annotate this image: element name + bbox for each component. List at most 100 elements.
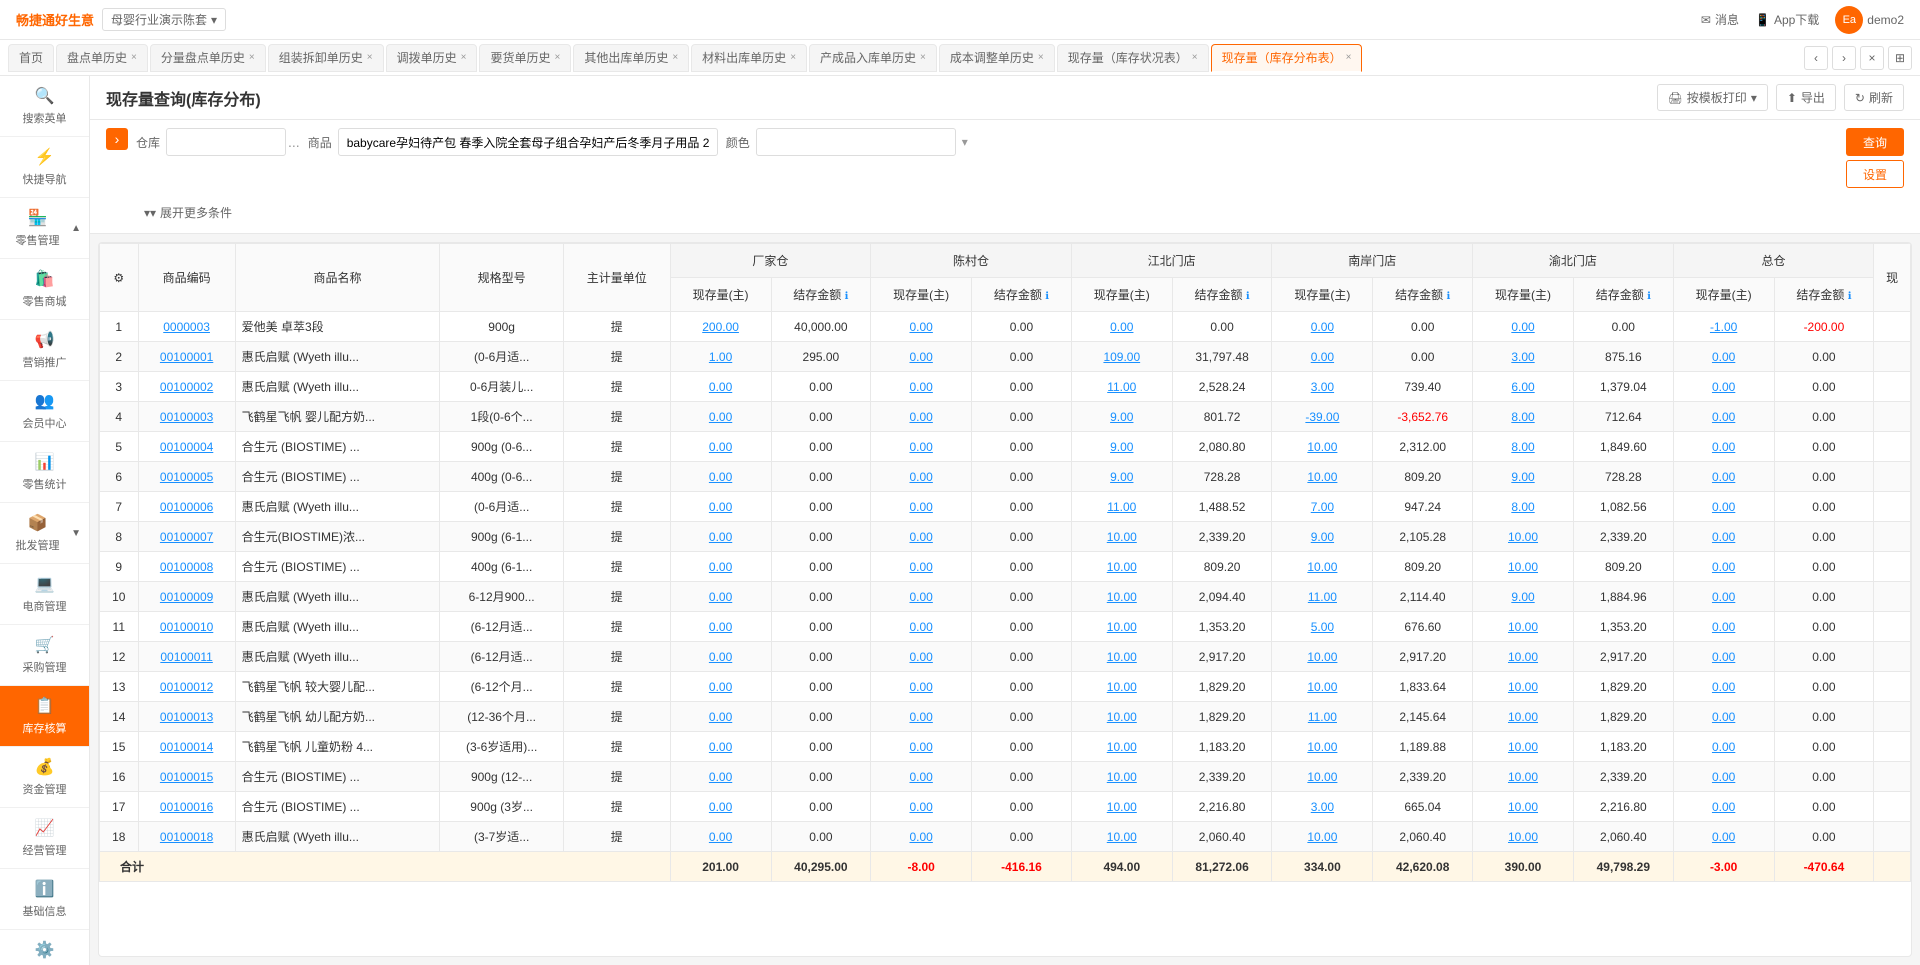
warehouse-ellipsis-btn[interactable]: ... — [288, 134, 300, 150]
row-j-qty[interactable]: 10.00 — [1071, 582, 1172, 612]
row-t-qty[interactable]: 0.00 — [1673, 522, 1774, 552]
row-code[interactable]: 00100011 — [138, 642, 235, 672]
row-y-qty[interactable]: 0.00 — [1473, 312, 1574, 342]
row-t-qty[interactable]: 0.00 — [1673, 462, 1774, 492]
row-c-qty[interactable]: 0.00 — [871, 552, 972, 582]
row-j-qty[interactable]: 10.00 — [1071, 762, 1172, 792]
tab-8-close[interactable]: × — [920, 52, 926, 63]
row-code[interactable]: 00100018 — [138, 822, 235, 852]
row-n-qty[interactable]: 10.00 — [1272, 732, 1373, 762]
industry-selector[interactable]: 母婴行业演示陈套 ▾ — [102, 8, 226, 31]
row-n-qty[interactable]: 9.00 — [1272, 522, 1373, 552]
row-n-qty[interactable]: 10.00 — [1272, 462, 1373, 492]
tab-7[interactable]: 材料出库单历史 × — [691, 44, 807, 72]
row-j-qty[interactable]: 10.00 — [1071, 822, 1172, 852]
row-t-qty[interactable]: 0.00 — [1673, 432, 1774, 462]
row-t-qty[interactable]: 0.00 — [1673, 492, 1774, 522]
row-y-qty[interactable]: 10.00 — [1473, 822, 1574, 852]
tab-6-close[interactable]: × — [672, 52, 678, 63]
row-y-qty[interactable]: 10.00 — [1473, 762, 1574, 792]
row-j-qty[interactable]: 10.00 — [1071, 612, 1172, 642]
row-n-qty[interactable]: 10.00 — [1272, 642, 1373, 672]
row-j-qty[interactable]: 10.00 — [1071, 732, 1172, 762]
row-f-qty[interactable]: 0.00 — [670, 822, 771, 852]
row-t-qty[interactable]: 0.00 — [1673, 612, 1774, 642]
sidebar-item-members[interactable]: 👥 会员中心 — [0, 381, 89, 442]
row-code[interactable]: 00100008 — [138, 552, 235, 582]
sidebar-item-finance[interactable]: 💰 资金管理 — [0, 747, 89, 808]
row-t-qty[interactable]: 0.00 — [1673, 642, 1774, 672]
row-c-qty[interactable]: 0.00 — [871, 732, 972, 762]
row-c-qty[interactable]: 0.00 — [871, 522, 972, 552]
tab-10[interactable]: 现存量（库存状况表） × — [1057, 44, 1209, 72]
row-t-qty[interactable]: 0.00 — [1673, 402, 1774, 432]
row-c-qty[interactable]: 0.00 — [871, 792, 972, 822]
row-code[interactable]: 00100006 — [138, 492, 235, 522]
row-f-qty[interactable]: 0.00 — [670, 582, 771, 612]
row-code[interactable]: 00100003 — [138, 402, 235, 432]
row-n-qty[interactable]: 0.00 — [1272, 312, 1373, 342]
row-y-qty[interactable]: 6.00 — [1473, 372, 1574, 402]
row-j-qty[interactable]: 9.00 — [1071, 462, 1172, 492]
row-j-qty[interactable]: 109.00 — [1071, 342, 1172, 372]
row-code[interactable]: 00100004 — [138, 432, 235, 462]
sidebar-item-ops[interactable]: 📈 经营管理 — [0, 808, 89, 869]
tab-11-close[interactable]: × — [1346, 52, 1352, 63]
print-btn[interactable]: 🖨 按模板打印 ▾ — [1657, 84, 1768, 111]
row-t-qty[interactable]: 0.00 — [1673, 372, 1774, 402]
row-n-qty[interactable]: 0.00 — [1272, 342, 1373, 372]
row-y-qty[interactable]: 8.00 — [1473, 402, 1574, 432]
row-code[interactable]: 00100010 — [138, 612, 235, 642]
row-y-qty[interactable]: 8.00 — [1473, 492, 1574, 522]
row-y-qty[interactable]: 9.00 — [1473, 582, 1574, 612]
row-n-qty[interactable]: 7.00 — [1272, 492, 1373, 522]
row-n-qty[interactable]: 5.00 — [1272, 612, 1373, 642]
row-code[interactable]: 00100012 — [138, 672, 235, 702]
row-y-qty[interactable]: 10.00 — [1473, 522, 1574, 552]
row-c-qty[interactable]: 0.00 — [871, 762, 972, 792]
row-code[interactable]: 00100002 — [138, 372, 235, 402]
th-settings[interactable]: ⚙ — [100, 244, 139, 312]
row-n-qty[interactable]: 10.00 — [1272, 822, 1373, 852]
sidebar-item-inventory[interactable]: 📋 库存核算 — [0, 686, 89, 747]
row-y-qty[interactable]: 10.00 — [1473, 552, 1574, 582]
row-y-qty[interactable]: 8.00 — [1473, 432, 1574, 462]
tab-close-all-btn[interactable]: × — [1860, 46, 1884, 70]
row-t-qty[interactable]: 0.00 — [1673, 342, 1774, 372]
row-y-qty[interactable]: 10.00 — [1473, 642, 1574, 672]
expand-filter-btn[interactable]: ▾▾ 展开更多条件 — [136, 200, 240, 225]
tab-7-close[interactable]: × — [790, 52, 796, 63]
tab-5-close[interactable]: × — [554, 52, 560, 63]
refresh-btn[interactable]: ↻ 刷新 — [1844, 84, 1904, 111]
row-j-qty[interactable]: 10.00 — [1071, 792, 1172, 822]
tab-4-close[interactable]: × — [461, 52, 467, 63]
goods-input[interactable] — [338, 128, 718, 156]
row-n-qty[interactable]: 3.00 — [1272, 792, 1373, 822]
color-input[interactable] — [756, 128, 956, 156]
app-download-btn[interactable]: 📱 App下载 — [1755, 11, 1819, 28]
row-c-qty[interactable]: 0.00 — [871, 612, 972, 642]
tab-9[interactable]: 成本调整单历史 × — [939, 44, 1055, 72]
tab-2-close[interactable]: × — [249, 52, 255, 63]
row-y-qty[interactable]: 10.00 — [1473, 672, 1574, 702]
row-code[interactable]: 00100001 — [138, 342, 235, 372]
tab-home[interactable]: 首页 — [8, 44, 54, 72]
row-j-qty[interactable]: 10.00 — [1071, 672, 1172, 702]
sidebar-item-retail-stats[interactable]: 📊 零售统计 — [0, 442, 89, 503]
sidebar-item-wholesale[interactable]: 📦 批发管理 ▼ — [0, 503, 89, 564]
row-f-qty[interactable]: 0.00 — [670, 552, 771, 582]
row-j-qty[interactable]: 11.00 — [1071, 492, 1172, 522]
row-c-qty[interactable]: 0.00 — [871, 342, 972, 372]
row-n-qty[interactable]: 11.00 — [1272, 702, 1373, 732]
tab-6[interactable]: 其他出库单历史 × — [573, 44, 689, 72]
color-dropdown-arrow[interactable]: ▾ — [962, 135, 968, 149]
row-code[interactable]: 00100009 — [138, 582, 235, 612]
tab-5[interactable]: 要货单历史 × — [479, 44, 571, 72]
row-j-qty[interactable]: 10.00 — [1071, 522, 1172, 552]
row-n-qty[interactable]: 3.00 — [1272, 372, 1373, 402]
row-c-qty[interactable]: 0.00 — [871, 402, 972, 432]
sidebar-item-purchase[interactable]: 🛒 采购管理 — [0, 625, 89, 686]
row-c-qty[interactable]: 0.00 — [871, 582, 972, 612]
row-f-qty[interactable]: 1.00 — [670, 342, 771, 372]
tab-9-close[interactable]: × — [1038, 52, 1044, 63]
